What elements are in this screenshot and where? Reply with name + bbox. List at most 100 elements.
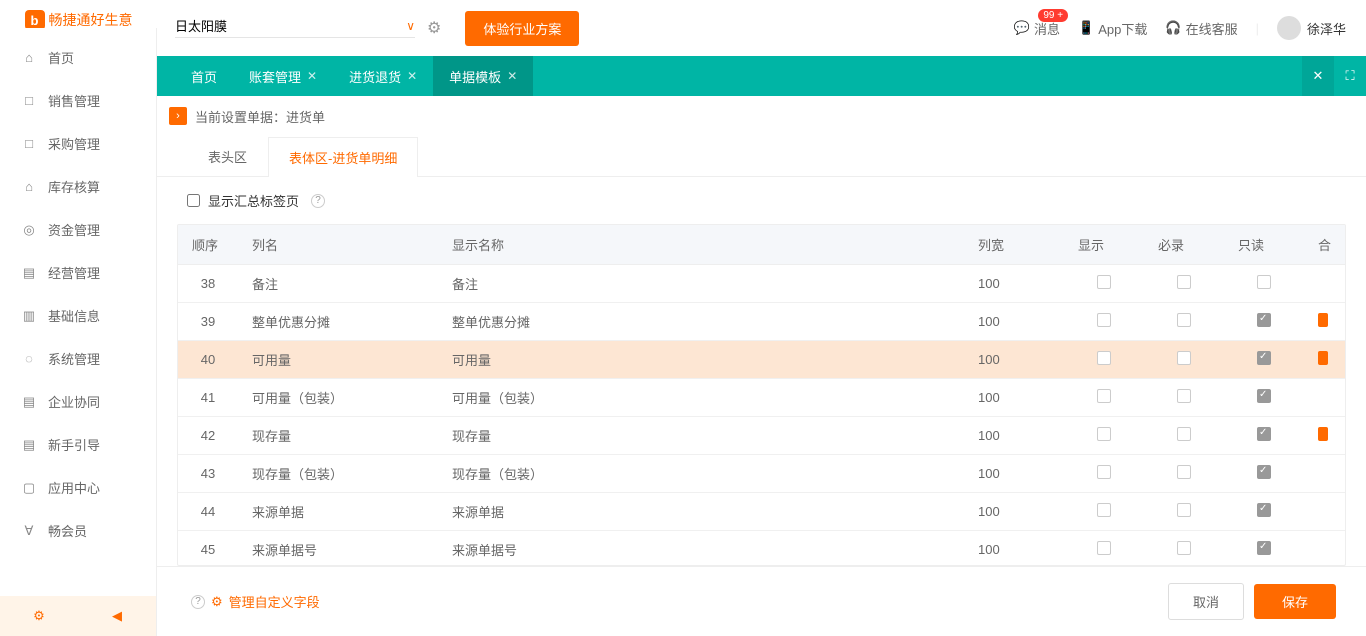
table-row[interactable]: 43 现存量（包装） 现存量（包装） 100 [178, 455, 1345, 493]
breadcrumb: › 当前设置单据： 进货单 [157, 96, 1366, 136]
help-icon[interactable]: ? [311, 194, 325, 208]
close-icon[interactable]: ✕ [507, 69, 517, 83]
sidebar-item-10[interactable]: ▢应用中心 [0, 466, 156, 509]
checkbox[interactable] [1097, 465, 1111, 479]
sub-tab-1[interactable]: 表体区-进货单明细 [268, 137, 418, 177]
sidebar-icon: ◎ [20, 221, 38, 239]
checkbox[interactable] [1097, 389, 1111, 403]
checkbox[interactable] [1257, 389, 1271, 403]
table-row[interactable]: 45 来源单据号 来源单据号 100 [178, 531, 1345, 567]
checkbox[interactable] [1177, 313, 1191, 327]
checkbox[interactable] [1177, 389, 1191, 403]
table-row[interactable]: 39 整单优惠分摊 整单优惠分摊 100 [178, 303, 1345, 341]
tabs-bar: 首页账套管理✕进货退货✕单据模板✕ ✕ ⛶ [157, 56, 1366, 96]
sidebar-item-6[interactable]: ▥基础信息 [0, 294, 156, 337]
table-row[interactable]: 40 可用量 可用量 100 [178, 341, 1345, 379]
sidebar-item-2[interactable]: □采购管理 [0, 122, 156, 165]
search-input[interactable] [175, 18, 406, 33]
checkbox[interactable] [1097, 275, 1111, 289]
tab-2[interactable]: 进货退货✕ [333, 56, 433, 96]
checkbox[interactable] [1257, 427, 1271, 441]
sidebar-item-1[interactable]: □销售管理 [0, 79, 156, 122]
checkbox[interactable] [1257, 275, 1271, 289]
close-all-tabs[interactable]: ✕ [1302, 56, 1334, 96]
sidebar-item-11[interactable]: ∀畅会员 [0, 509, 156, 552]
cell-order: 43 [178, 455, 238, 493]
sidebar-item-8[interactable]: ▤企业协同 [0, 380, 156, 423]
checkbox[interactable] [1177, 427, 1191, 441]
manage-custom-fields-link[interactable]: ? ⚙ 管理自定义字段 [187, 592, 320, 611]
close-icon[interactable]: ✕ [307, 69, 317, 83]
cell-width[interactable]: 100 [964, 417, 1064, 455]
sidebar-icon: ◌ [20, 350, 38, 368]
checkbox[interactable] [1257, 541, 1271, 555]
close-icon[interactable]: ✕ [407, 69, 417, 83]
cell-width[interactable]: 100 [964, 531, 1064, 567]
cell-display[interactable]: 可用量 [438, 341, 964, 379]
cell-width[interactable]: 100 [964, 455, 1064, 493]
checkbox[interactable] [1177, 275, 1191, 289]
table-row[interactable]: 44 来源单据 来源单据 100 [178, 493, 1345, 531]
sidebar-icon: ⌂ [20, 49, 38, 67]
save-button[interactable]: 保存 [1254, 584, 1336, 619]
cell-width[interactable]: 100 [964, 265, 1064, 303]
search-box[interactable]: ∨ [175, 18, 415, 38]
cell-width[interactable]: 100 [964, 493, 1064, 531]
sidebar-item-9[interactable]: ▤新手引导 [0, 423, 156, 466]
checkbox[interactable] [1257, 465, 1271, 479]
table-row[interactable]: 42 现存量 现存量 100 [178, 417, 1345, 455]
cell-width[interactable]: 100 [964, 303, 1064, 341]
table-row[interactable]: 41 可用量（包装） 可用量（包装） 100 [178, 379, 1345, 417]
checkbox[interactable] [1177, 503, 1191, 517]
headset-icon: 🎧 [1165, 20, 1181, 36]
tab-0[interactable]: 首页 [175, 56, 233, 96]
online-service-link[interactable]: 🎧 在线客服 [1165, 19, 1237, 38]
checkbox[interactable] [1097, 541, 1111, 555]
checkbox[interactable] [1097, 351, 1111, 365]
cell-width[interactable]: 100 [964, 379, 1064, 417]
table-wrap[interactable]: 顺序 列名 显示名称 列宽 显示 必录 只读 合 38 备注 备注 100 39… [177, 224, 1346, 566]
cancel-button[interactable]: 取消 [1168, 583, 1244, 620]
collapse-button[interactable]: ◀ [78, 596, 156, 636]
tab-1[interactable]: 账套管理✕ [233, 56, 333, 96]
chevron-down-icon[interactable]: ∨ [406, 19, 415, 33]
sidebar-item-0[interactable]: ⌂首页 [0, 36, 156, 79]
user-menu[interactable]: 徐泽华 [1277, 16, 1346, 40]
cell-display[interactable]: 来源单据号 [438, 531, 964, 567]
sidebar-icon: ▢ [20, 479, 38, 497]
sidebar-icon: ∀ [20, 522, 38, 540]
checkbox[interactable] [1097, 503, 1111, 517]
checkbox[interactable] [1177, 351, 1191, 365]
messages-link[interactable]: 💬 消息 99 + [1014, 19, 1060, 38]
checkbox[interactable] [1097, 427, 1111, 441]
cell-display[interactable]: 现存量 [438, 417, 964, 455]
cell-display[interactable]: 来源单据 [438, 493, 964, 531]
cell-display[interactable]: 可用量（包装） [438, 379, 964, 417]
checkbox[interactable] [1177, 541, 1191, 555]
checkbox[interactable] [1257, 351, 1271, 365]
sidebar-item-3[interactable]: ⌂库存核算 [0, 165, 156, 208]
checkbox[interactable] [1097, 313, 1111, 327]
table-row[interactable]: 38 备注 备注 100 [178, 265, 1345, 303]
sub-tab-0[interactable]: 表头区 [187, 136, 268, 176]
cell-display[interactable]: 现存量（包装） [438, 455, 964, 493]
cell-display[interactable]: 整单优惠分摊 [438, 303, 964, 341]
gear-icon[interactable]: ⚙ [427, 18, 441, 38]
settings-button[interactable]: ⚙ [0, 596, 78, 636]
sidebar-item-5[interactable]: ▤经营管理 [0, 251, 156, 294]
show-summary-checkbox[interactable] [187, 194, 200, 207]
cell-display[interactable]: 备注 [438, 265, 964, 303]
fullscreen-toggle[interactable]: ⛶ [1334, 56, 1366, 96]
checkbox[interactable] [1257, 503, 1271, 517]
app-download-link[interactable]: 📱 App下载 [1078, 19, 1147, 38]
checkbox[interactable] [1257, 313, 1271, 327]
sub-tabs: 表头区表体区-进货单明细 [157, 136, 1366, 177]
experience-button[interactable]: 体验行业方案 [465, 11, 579, 46]
arrow-icon[interactable]: › [169, 107, 187, 125]
cell-width[interactable]: 100 [964, 341, 1064, 379]
th-order: 顺序 [178, 225, 238, 265]
sidebar-item-7[interactable]: ◌系统管理 [0, 337, 156, 380]
checkbox[interactable] [1177, 465, 1191, 479]
tab-3[interactable]: 单据模板✕ [433, 56, 533, 96]
sidebar-item-4[interactable]: ◎资金管理 [0, 208, 156, 251]
